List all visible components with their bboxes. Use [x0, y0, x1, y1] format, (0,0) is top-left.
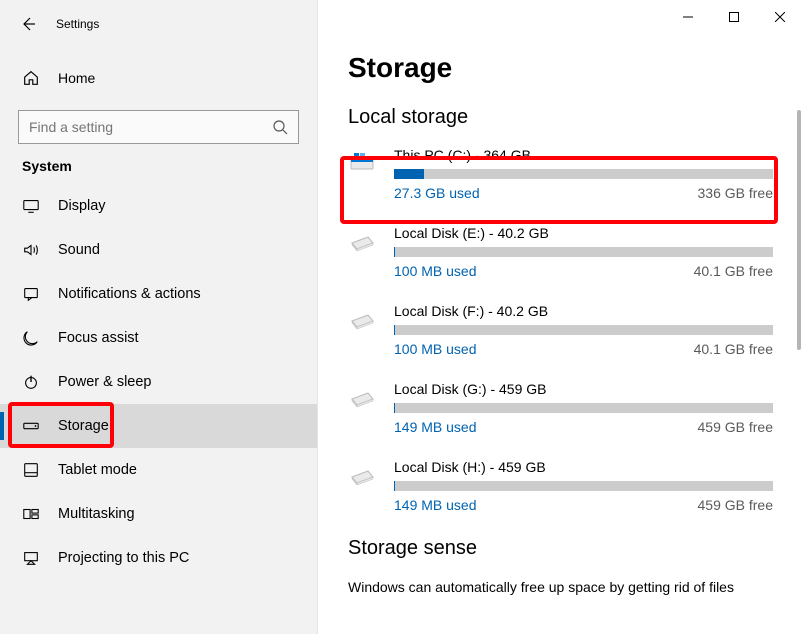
- drive-item[interactable]: Local Disk (F:) - 40.2 GB 100 MB used 40.1…: [348, 303, 773, 357]
- sidebar-item-label: Tablet mode: [58, 462, 137, 478]
- sidebar-item-label: Storage: [58, 418, 109, 434]
- content-pane: Storage Local storage This PC (C:) - 364…: [318, 0, 803, 634]
- drive-name: Local Disk (F:) - 40.2 GB: [394, 303, 773, 319]
- display-icon: [22, 197, 40, 215]
- sidebar-item-label: Multitasking: [58, 506, 135, 522]
- window-controls: [665, 2, 803, 32]
- drive-free: 40.1 GB free: [694, 341, 773, 357]
- drive-used: 100 MB used: [394, 341, 477, 357]
- drive-free: 336 GB free: [698, 185, 774, 201]
- titlebar: Settings: [0, 6, 317, 42]
- maximize-button[interactable]: [711, 2, 757, 32]
- sidebar-item-home[interactable]: Home: [0, 56, 317, 100]
- section-label: System: [0, 158, 317, 184]
- sidebar-item-display[interactable]: Display: [0, 184, 317, 228]
- drive-name: This PC (C:) - 364 GB: [394, 147, 773, 163]
- sidebar: Settings Home System Display: [0, 0, 318, 634]
- sidebar-item-sound[interactable]: Sound: [0, 228, 317, 272]
- sidebar-item-label: Home: [58, 70, 95, 86]
- drive-free: 459 GB free: [698, 419, 774, 435]
- sidebar-item-power-sleep[interactable]: Power & sleep: [0, 360, 317, 404]
- drive-used: 149 MB used: [394, 497, 477, 513]
- drive-icon: [348, 461, 376, 489]
- drive-name: Local Disk (G:) - 459 GB: [394, 381, 773, 397]
- drive-usage-bar: [394, 325, 773, 335]
- projecting-icon: [22, 549, 40, 567]
- drive-footer: 100 MB used 40.1 GB free: [394, 263, 773, 279]
- multitasking-icon: [22, 505, 40, 523]
- drive-used: 149 MB used: [394, 419, 477, 435]
- page-title: Storage: [348, 52, 773, 84]
- back-button[interactable]: [18, 14, 38, 34]
- windows-drive-icon: [348, 149, 376, 177]
- drive-icon: [348, 227, 376, 255]
- drive-name: Local Disk (E:) - 40.2 GB: [394, 225, 773, 241]
- search-field[interactable]: [29, 119, 272, 135]
- sidebar-item-multitasking[interactable]: Multitasking: [0, 492, 317, 536]
- drive-body: Local Disk (G:) - 459 GB 149 MB used 459 G…: [394, 381, 773, 435]
- drive-footer: 149 MB used 459 GB free: [394, 497, 773, 513]
- storage-icon: [22, 417, 40, 435]
- close-button[interactable]: [757, 2, 803, 32]
- storage-sense-heading: Storage sense: [348, 537, 773, 560]
- sidebar-item-focus-assist[interactable]: Focus assist: [0, 316, 317, 360]
- drive-name: Local Disk (H:) - 459 GB: [394, 459, 773, 475]
- window-title: Settings: [56, 17, 99, 31]
- drive-free: 40.1 GB free: [694, 263, 773, 279]
- scrollbar[interactable]: [797, 110, 801, 350]
- drive-footer: 149 MB used 459 GB free: [394, 419, 773, 435]
- drive-icon: [348, 305, 376, 333]
- tablet-icon: [22, 461, 40, 479]
- drive-usage-bar: [394, 403, 773, 413]
- drive-item[interactable]: Local Disk (H:) - 459 GB 149 MB used 459 G…: [348, 459, 773, 513]
- drive-item[interactable]: Local Disk (G:) - 459 GB 149 MB used 459 G…: [348, 381, 773, 435]
- search-input[interactable]: [18, 110, 299, 144]
- sidebar-item-label: Projecting to this PC: [58, 550, 189, 566]
- drive-footer: 27.3 GB used 336 GB free: [394, 185, 773, 201]
- drive-footer: 100 MB used 40.1 GB free: [394, 341, 773, 357]
- drive-body: This PC (C:) - 364 GB 27.3 GB used 336 GB …: [394, 147, 773, 201]
- drive-body: Local Disk (E:) - 40.2 GB 100 MB used 40.1…: [394, 225, 773, 279]
- local-storage-heading: Local storage: [348, 106, 773, 129]
- sidebar-item-label: Notifications & actions: [58, 286, 201, 302]
- nav: Display Sound Notifications & actions Fo…: [0, 184, 317, 580]
- sidebar-item-projecting[interactable]: Projecting to this PC: [0, 536, 317, 580]
- sidebar-item-label: Sound: [58, 242, 100, 258]
- drive-item[interactable]: Local Disk (E:) - 40.2 GB 100 MB used 40.1…: [348, 225, 773, 279]
- sidebar-item-storage[interactable]: Storage: [0, 404, 317, 448]
- sidebar-item-label: Power & sleep: [58, 374, 152, 390]
- storage-sense-desc: Windows can automatically free up space …: [348, 578, 773, 598]
- drive-icon: [348, 383, 376, 411]
- minimize-button[interactable]: [665, 2, 711, 32]
- drive-used: 100 MB used: [394, 263, 477, 279]
- drive-free: 459 GB free: [698, 497, 774, 513]
- sound-icon: [22, 241, 40, 259]
- drive-used: 27.3 GB used: [394, 185, 480, 201]
- drive-usage-bar: [394, 169, 773, 179]
- notifications-icon: [22, 285, 40, 303]
- power-icon: [22, 373, 40, 391]
- search-icon: [272, 119, 288, 135]
- sidebar-item-label: Focus assist: [58, 330, 139, 346]
- drives-list: This PC (C:) - 364 GB 27.3 GB used 336 GB …: [348, 147, 773, 513]
- sidebar-item-notifications[interactable]: Notifications & actions: [0, 272, 317, 316]
- home-icon: [22, 69, 40, 87]
- sidebar-item-label: Display: [58, 198, 106, 214]
- drive-usage-bar: [394, 481, 773, 491]
- drive-body: Local Disk (F:) - 40.2 GB 100 MB used 40.1…: [394, 303, 773, 357]
- focus-assist-icon: [22, 329, 40, 347]
- search-container: [0, 100, 317, 158]
- drive-usage-bar: [394, 247, 773, 257]
- sidebar-item-tablet-mode[interactable]: Tablet mode: [0, 448, 317, 492]
- drive-item[interactable]: This PC (C:) - 364 GB 27.3 GB used 336 GB …: [348, 147, 773, 201]
- drive-body: Local Disk (H:) - 459 GB 149 MB used 459 G…: [394, 459, 773, 513]
